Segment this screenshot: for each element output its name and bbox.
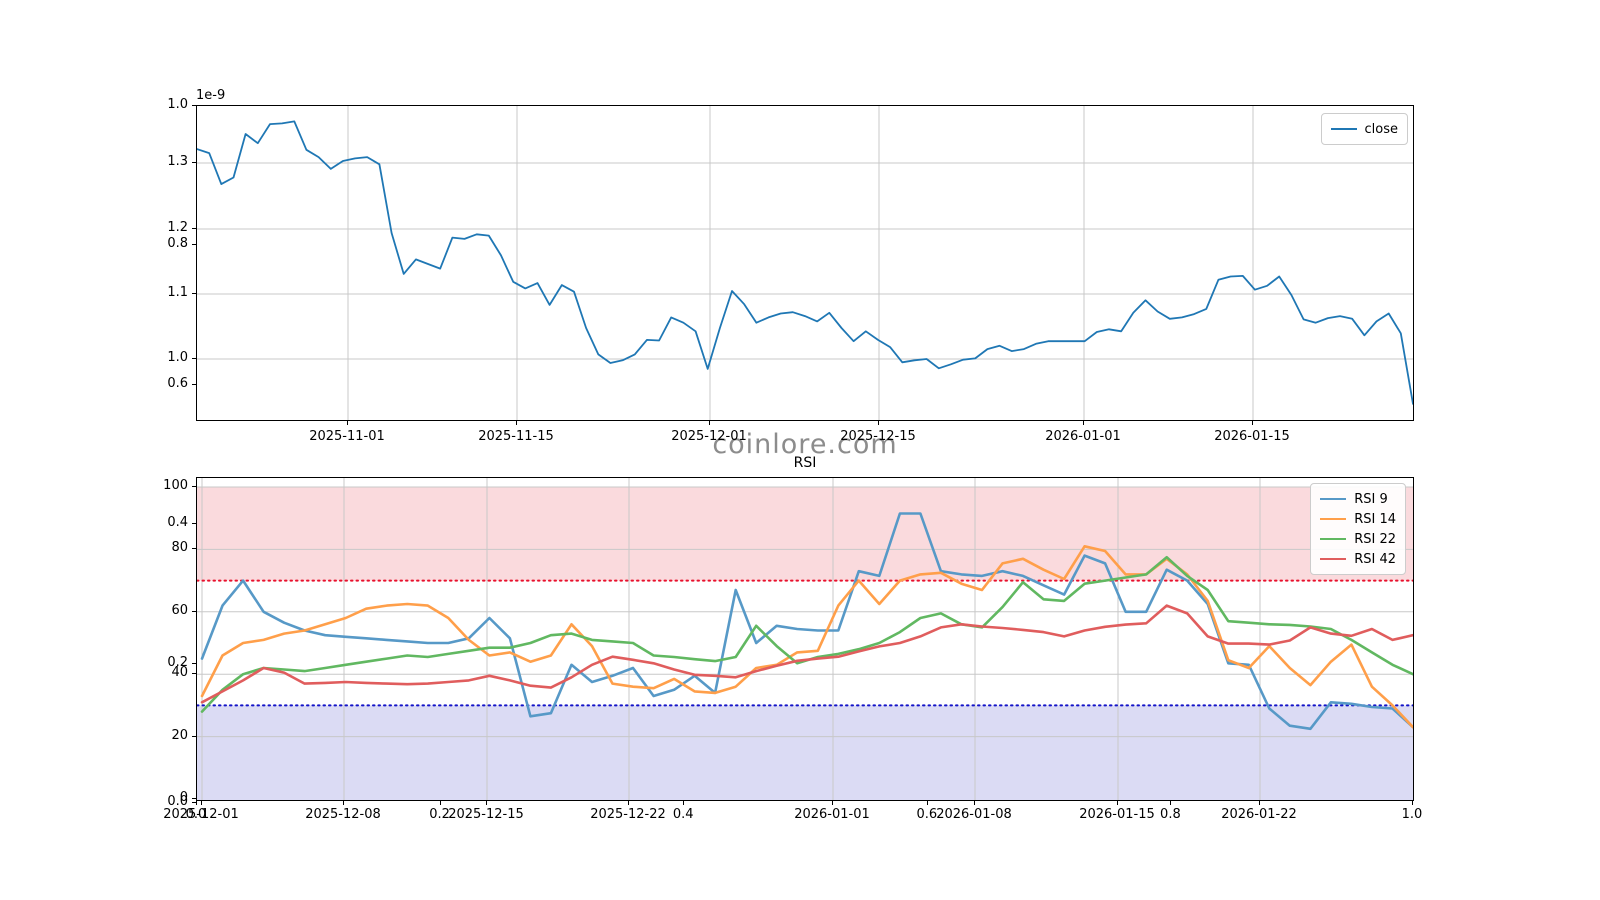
legend-label: RSI 42 [1354,551,1396,567]
axis-tick-label: 1.0 [167,350,188,365]
axis-tick-label: 0.6 [167,376,188,391]
price-chart-area: close [196,105,1414,421]
axis-tick-mark [1252,421,1253,425]
axis-tick-mark [192,663,196,664]
rsi-legend: RSI 9 RSI 14 RSI 22 RSI 42 [1310,483,1406,575]
axis-tick-label: 1.0 [1401,807,1423,822]
axis-tick-mark [192,162,196,163]
axis-tick-mark [1117,801,1118,805]
legend-row-rsi-22: RSI 22 [1320,529,1396,549]
figure-canvas: 1e-9 close coinlore.com RSI RSI 9 RSI 14 R… [0,0,1600,900]
rsi-chart-title: RSI [793,455,817,471]
close-line-swatch [1330,128,1357,130]
axis-tick-mark [1259,801,1260,805]
axis-tick-mark [192,523,196,524]
axis-tick-mark [192,105,196,106]
axis-tick-label: 1.3 [167,154,188,169]
axis-tick-mark [486,801,487,805]
axis-tick-mark [192,384,196,385]
rsi-9-line-swatch [1320,498,1347,500]
axis-tick-mark [1412,801,1413,805]
axis-tick-label: 100 [163,478,188,493]
axis-tick-label: 1.1 [167,285,188,300]
axis-tick-label: 20 [171,727,188,743]
axis-tick-mark [192,798,196,799]
axis-tick-label: 0.4 [167,515,188,530]
axis-tick-label: 2026-01-01 [794,807,870,822]
price-legend: close [1320,113,1408,145]
rsi-22-line-swatch [1320,538,1347,540]
axis-tick-mark [926,801,928,805]
axis-tick-label: 2025-12-01 [671,429,747,444]
legend-label: RSI 9 [1354,491,1388,507]
axis-tick-label: 2025-11-15 [478,429,554,444]
axis-tick-label: 2026-01-01 [1045,429,1121,444]
axis-tick-mark [974,801,975,805]
legend-label: RSI 22 [1354,531,1396,547]
rsi-14-line-swatch [1320,518,1347,520]
axis-tick-mark [192,673,196,675]
axis-tick-mark [343,801,344,805]
axis-tick-mark [192,293,196,294]
axis-tick-label: 60 [171,602,188,618]
axis-tick-label: 0.4 [672,807,694,822]
axis-tick-mark [1170,801,1172,805]
axis-tick-mark [516,421,517,425]
axis-tick-mark [196,801,197,805]
y-axis-offset-label: 1e-9 [196,88,226,103]
axis-tick-label: 1.0 [167,97,188,112]
axis-tick-mark [439,801,441,805]
axis-tick-mark [1083,421,1084,425]
axis-tick-mark [628,801,629,805]
axis-tick-mark [192,244,196,245]
axis-tick-label: 2025-12-08 [305,807,381,822]
close-legend-label: close [1364,121,1398,137]
axis-tick-mark [192,486,196,487]
axis-tick-mark [709,421,710,425]
axis-tick-mark [192,548,196,550]
rsi-chart-area: RSI 9 RSI 14 RSI 22 RSI 42 [196,477,1414,801]
legend-row-rsi-9: RSI 9 [1320,489,1396,509]
legend-row-rsi-42: RSI 42 [1320,549,1396,569]
axis-tick-label: 0.6 [916,807,938,822]
axis-tick-label: 2025-12-15 [840,429,916,444]
axis-tick-label: 0.8 [1160,807,1181,822]
axis-tick-mark [878,421,879,425]
axis-tick-mark [192,358,196,359]
axis-tick-label: 2026-01-15 [1214,429,1290,444]
axis-tick-mark [192,610,196,612]
axis-tick-mark [192,228,196,229]
legend-row-rsi-14: RSI 14 [1320,509,1396,529]
axis-tick-label: 1.2 [167,220,188,235]
axis-tick-mark [832,801,833,805]
axis-tick-mark [201,801,202,805]
axis-tick-label: 0.0 [185,807,207,822]
legend-row-close: close [1330,119,1398,139]
axis-tick-label: 0.2 [429,807,450,822]
axis-tick-mark [192,735,196,737]
axis-tick-label: 80 [171,540,188,556]
rsi-42-line-swatch [1320,558,1347,560]
price-chart-svg [197,106,1413,420]
axis-tick-label: 0.2 [167,655,188,670]
axis-tick-mark [347,421,348,425]
rsi-chart-svg [197,478,1413,800]
legend-label: RSI 14 [1354,511,1396,527]
axis-tick-label: 0.8 [167,236,188,251]
axis-tick-mark [683,801,685,805]
axis-tick-label: 2025-11-01 [309,429,385,444]
